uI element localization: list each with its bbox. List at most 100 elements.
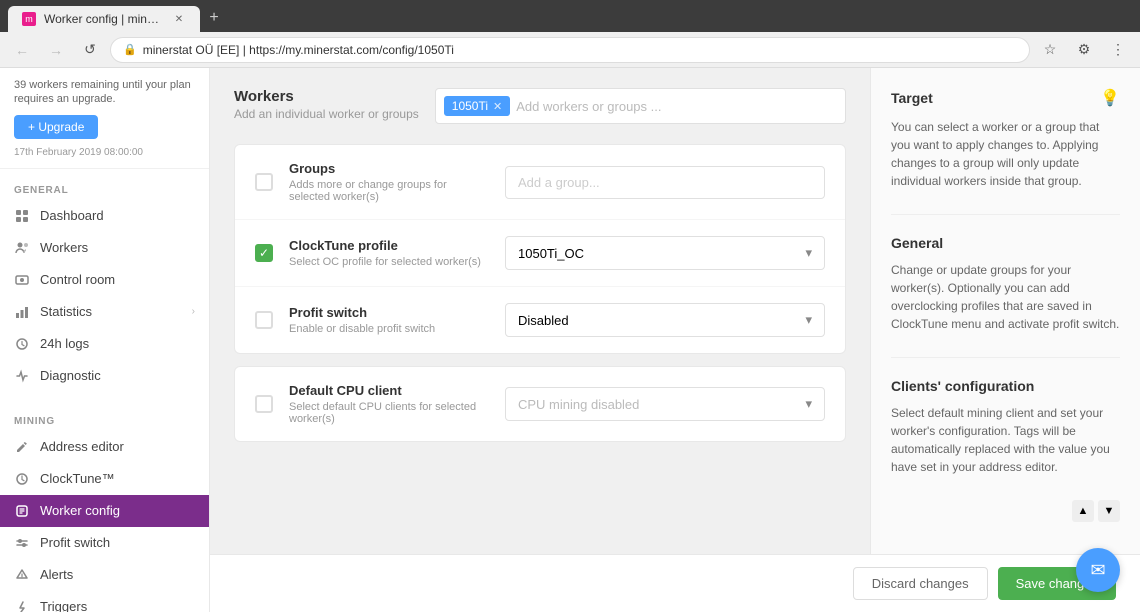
clients-help-section: Clients' configuration Select default mi… bbox=[891, 378, 1120, 476]
profit-switch-select-arrow: ▾ bbox=[805, 312, 812, 328]
profit-switch-label: Profit switch bbox=[40, 535, 195, 550]
lightbulb-icon: 💡 bbox=[1100, 88, 1120, 108]
mining-section-label: MINING bbox=[0, 408, 209, 431]
statistics-label: Statistics bbox=[40, 304, 182, 319]
last-updated-timestamp: 17th February 2019 08:00:00 bbox=[14, 147, 195, 158]
lock-icon: 🔒 bbox=[123, 43, 137, 56]
config-row-groups: Groups Adds more or change groups for se… bbox=[235, 145, 845, 220]
workers-input-area[interactable]: 1050Ti ✕ Add workers or groups ... bbox=[435, 88, 846, 124]
extensions-button[interactable]: ⚙ bbox=[1070, 36, 1098, 64]
clocktune-select[interactable]: 1050Ti_OC ▾ bbox=[505, 236, 825, 270]
groups-placeholder: Add a group... bbox=[518, 175, 600, 190]
groups-control: Add a group... bbox=[505, 166, 825, 199]
groups-desc: Adds more or change groups for selected … bbox=[289, 179, 489, 203]
workers-icon bbox=[14, 240, 30, 256]
groups-input[interactable]: Add a group... bbox=[505, 166, 825, 199]
cpu-select-arrow: ▾ bbox=[805, 396, 812, 412]
upgrade-notice: 39 workers remaining until your plan req… bbox=[14, 78, 195, 107]
workers-subtitle: Add an individual worker or groups bbox=[234, 107, 419, 121]
new-tab-button[interactable]: + bbox=[200, 4, 228, 32]
center-panel: Workers Add an individual worker or grou… bbox=[210, 68, 870, 554]
profit-switch-title: Profit switch bbox=[289, 305, 489, 320]
sidebar-item-diagnostic[interactable]: Diagnostic bbox=[0, 360, 209, 392]
right-panel: Target 💡 You can select a worker or a gr… bbox=[870, 68, 1140, 554]
sidebar-item-statistics[interactable]: Statistics › bbox=[0, 296, 209, 328]
control-room-label: Control room bbox=[40, 272, 195, 287]
statistics-icon bbox=[14, 304, 30, 320]
scroll-down-button[interactable]: ▼ bbox=[1098, 500, 1120, 522]
worker-tag[interactable]: 1050Ti ✕ bbox=[444, 96, 510, 116]
clocktune-icon bbox=[14, 471, 30, 487]
general-section: GENERAL Dashboard Workers Control room bbox=[0, 169, 209, 400]
diagnostic-icon bbox=[14, 368, 30, 384]
clocktune-title: ClockTune profile bbox=[289, 238, 489, 253]
address-bar[interactable]: 🔒 minerstat OÜ [EE] | https://my.minerst… bbox=[110, 37, 1030, 63]
workers-heading: Workers bbox=[234, 88, 419, 105]
target-help-section: Target 💡 You can select a worker or a gr… bbox=[891, 88, 1120, 190]
control-room-icon bbox=[14, 272, 30, 288]
tab-close-button[interactable]: ✕ bbox=[172, 12, 186, 26]
bookmark-button[interactable]: ☆ bbox=[1036, 36, 1064, 64]
groups-info: Groups Adds more or change groups for se… bbox=[289, 161, 489, 203]
sidebar-item-triggers[interactable]: Triggers bbox=[0, 591, 209, 612]
worker-tag-close[interactable]: ✕ bbox=[493, 100, 502, 113]
profit-switch-select[interactable]: Disabled ▾ bbox=[505, 303, 825, 337]
upgrade-button[interactable]: + Upgrade bbox=[14, 115, 98, 139]
address-editor-icon bbox=[14, 439, 30, 455]
profit-switch-value: Disabled bbox=[518, 313, 569, 328]
cpu-select[interactable]: CPU mining disabled ▾ bbox=[505, 387, 825, 421]
discard-changes-button[interactable]: Discard changes bbox=[853, 567, 988, 600]
tab-bar: m Worker config | minerstat ✕ + bbox=[0, 0, 1140, 32]
sidebar-item-control-room[interactable]: Control room bbox=[0, 264, 209, 296]
navigation-bar: ← → ↺ 🔒 minerstat OÜ [EE] | https://my.m… bbox=[0, 32, 1140, 68]
config-row-clocktune: ✓ ClockTune profile Select OC profile fo… bbox=[235, 220, 845, 287]
worker-config-icon bbox=[14, 503, 30, 519]
forward-button[interactable]: → bbox=[42, 36, 70, 64]
tab-favicon: m bbox=[22, 12, 36, 26]
clocktune-checkbox[interactable]: ✓ bbox=[255, 244, 273, 262]
sidebar-item-workers[interactable]: Workers bbox=[0, 232, 209, 264]
groups-checkbox[interactable] bbox=[255, 173, 273, 191]
back-button[interactable]: ← bbox=[8, 36, 36, 64]
worker-config-label: Worker config bbox=[40, 503, 195, 518]
reload-button[interactable]: ↺ bbox=[76, 36, 104, 64]
menu-button[interactable]: ⋮ bbox=[1104, 36, 1132, 64]
profit-switch-checkbox[interactable] bbox=[255, 311, 273, 329]
clocktune-value: 1050Ti_OC bbox=[518, 246, 584, 261]
clocktune-label: ClockTune™ bbox=[40, 471, 195, 486]
sidebar-item-dashboard[interactable]: Dashboard bbox=[0, 200, 209, 232]
sidebar-item-alerts[interactable]: Alerts bbox=[0, 559, 209, 591]
chat-icon: ✉ bbox=[1090, 560, 1105, 581]
target-help-text: You can select a worker or a group that … bbox=[891, 118, 1120, 190]
general-help-title: General bbox=[891, 235, 1120, 251]
sidebar-item-worker-config[interactable]: Worker config bbox=[0, 495, 209, 527]
profit-switch-desc: Enable or disable profit switch bbox=[289, 323, 489, 335]
clocktune-control: 1050Ti_OC ▾ bbox=[505, 236, 825, 270]
chat-bubble-button[interactable]: ✉ bbox=[1076, 548, 1120, 592]
config-row-profit-switch: Profit switch Enable or disable profit s… bbox=[235, 287, 845, 353]
clocktune-select-arrow: ▾ bbox=[805, 245, 812, 261]
config-row-cpu: Default CPU client Select default CPU cl… bbox=[235, 367, 845, 441]
active-tab[interactable]: m Worker config | minerstat ✕ bbox=[8, 6, 200, 32]
sidebar-item-address-editor[interactable]: Address editor bbox=[0, 431, 209, 463]
profit-switch-icon bbox=[14, 535, 30, 551]
cpu-desc: Select default CPU clients for selected … bbox=[289, 401, 489, 425]
logs-label: 24h logs bbox=[40, 336, 195, 351]
groups-title: Groups bbox=[289, 161, 489, 176]
sidebar-header: 39 workers remaining until your plan req… bbox=[0, 68, 209, 169]
sidebar-item-profit-switch[interactable]: Profit switch bbox=[0, 527, 209, 559]
alerts-icon bbox=[14, 567, 30, 583]
clients-title-text: Clients' configuration bbox=[891, 378, 1034, 394]
sidebar-item-24h-logs[interactable]: 24h logs bbox=[0, 328, 209, 360]
triggers-label: Triggers bbox=[40, 599, 195, 612]
dashboard-icon bbox=[14, 208, 30, 224]
cpu-control: CPU mining disabled ▾ bbox=[505, 387, 825, 421]
config-card-cpu: Default CPU client Select default CPU cl… bbox=[234, 366, 846, 442]
scroll-up-button[interactable]: ▲ bbox=[1072, 500, 1094, 522]
sidebar-item-clocktune[interactable]: ClockTune™ bbox=[0, 463, 209, 495]
cpu-checkbox[interactable] bbox=[255, 395, 273, 413]
alerts-label: Alerts bbox=[40, 567, 195, 582]
logs-icon bbox=[14, 336, 30, 352]
workers-input-placeholder: Add workers or groups ... bbox=[516, 99, 661, 114]
cpu-title: Default CPU client bbox=[289, 383, 489, 398]
